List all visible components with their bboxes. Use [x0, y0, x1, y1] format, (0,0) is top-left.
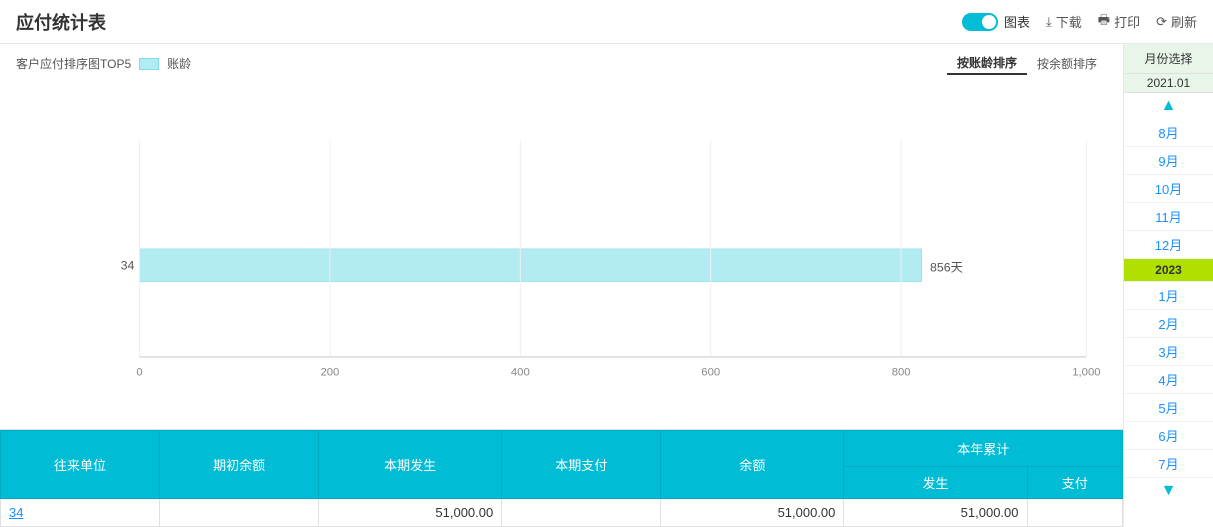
col-opening-balance: 期初余额 [160, 431, 319, 499]
col-current-occurrence: 本期发生 [319, 431, 502, 499]
print-label: 打印 [1114, 12, 1140, 31]
chart-toggle-wrap: 图表 [962, 12, 1030, 31]
month-3[interactable]: 3月 [1124, 338, 1213, 366]
table-row: 34 51,000.00 51,000.00 51,000.00 [1, 499, 1123, 527]
month-4[interactable]: 4月 [1124, 366, 1213, 394]
col-current-payment: 本期支付 [502, 431, 661, 499]
legend-label: 客户应付排序图TOP5 [16, 55, 131, 72]
month-11[interactable]: 11月 [1124, 203, 1213, 231]
sidebar-header: 月份选择 [1124, 44, 1213, 74]
month-1[interactable]: 1月 [1124, 282, 1213, 310]
legend-box [139, 58, 159, 70]
month-2[interactable]: 2月 [1124, 310, 1213, 338]
bar-chart: 34 856天 0 200 400 600 800 1,000 [16, 87, 1107, 421]
cell-vendor: 34 [1, 499, 160, 527]
table-section: 往来单位 期初余额 本期发生 本期支付 余额 本年累计 发生 支付 [0, 429, 1123, 527]
header: 应付统计表 图表 ⤓ 下载 🖶 打印 ⟳ 刷新 [0, 0, 1213, 44]
refresh-label: 刷新 [1171, 12, 1197, 31]
svg-text:1,000: 1,000 [1072, 366, 1100, 378]
cell-balance: 51,000.00 [661, 499, 844, 527]
svg-text:200: 200 [320, 366, 339, 378]
month-6[interactable]: 6月 [1124, 422, 1213, 450]
svg-text:800: 800 [892, 366, 911, 378]
month-10[interactable]: 10月 [1124, 175, 1213, 203]
cell-ytd-occurrence: 51,000.00 [844, 499, 1027, 527]
main-area: 客户应付排序图TOP5 账龄 按账龄排序 按余额排序 34 856天 [0, 44, 1213, 527]
svg-text:0: 0 [136, 366, 142, 378]
download-label: 下载 [1056, 12, 1082, 31]
print-icon: 🖶 [1098, 11, 1110, 33]
year-2023-badge[interactable]: 2023 [1124, 259, 1213, 282]
page-title: 应付统计表 [16, 9, 106, 35]
month-12[interactable]: 12月 [1124, 231, 1213, 259]
col-vendor: 往来单位 [1, 431, 160, 499]
app-container: 应付统计表 图表 ⤓ 下载 🖶 打印 ⟳ 刷新 [0, 0, 1213, 527]
refresh-icon: ⟳ [1156, 14, 1167, 30]
col-ytd-occurrence: 发生 [844, 467, 1027, 499]
table-wrap: 往来单位 期初余额 本期发生 本期支付 余额 本年累计 发生 支付 [0, 430, 1123, 527]
cell-current-occurrence: 51,000.00 [319, 499, 502, 527]
col-balance: 余额 [661, 431, 844, 499]
data-table: 往来单位 期初余额 本期发生 本期支付 余额 本年累计 发生 支付 [0, 430, 1123, 527]
svg-text:34: 34 [121, 258, 135, 272]
month-5[interactable]: 5月 [1124, 394, 1213, 422]
month-9[interactable]: 9月 [1124, 147, 1213, 175]
chart-section: 客户应付排序图TOP5 账龄 按账龄排序 按余额排序 34 856天 [0, 44, 1123, 527]
sidebar-year-value: 2021.01 [1124, 74, 1213, 93]
svg-text:856天: 856天 [930, 260, 963, 274]
month-7[interactable]: 7月 [1124, 450, 1213, 478]
sidebar: 月份选择 2021.01 ▲ 8月 9月 10月 11月 12月 2023 1月… [1123, 44, 1213, 527]
nav-down-arrow[interactable]: ▼ [1124, 478, 1213, 504]
download-icon: ⤓ [1046, 14, 1052, 30]
cell-current-payment [502, 499, 661, 527]
cell-ytd-payment [1027, 499, 1122, 527]
sidebar-nav: ▲ 8月 9月 10月 11月 12月 2023 1月 2月 3月 4月 5月 … [1124, 93, 1213, 527]
header-actions: 图表 ⤓ 下载 🖶 打印 ⟳ 刷新 [962, 11, 1197, 33]
print-button[interactable]: 🖶 打印 [1098, 11, 1140, 33]
chart-sort-buttons: 按账龄排序 按余额排序 [947, 52, 1107, 75]
svg-text:600: 600 [701, 366, 720, 378]
vendor-link[interactable]: 34 [9, 505, 23, 520]
chart-toggle-label: 图表 [1004, 12, 1030, 31]
chart-legend: 客户应付排序图TOP5 账龄 [16, 55, 191, 72]
refresh-button[interactable]: ⟳ 刷新 [1156, 12, 1197, 31]
cell-opening-balance [160, 499, 319, 527]
col-ytd-payment: 支付 [1027, 467, 1122, 499]
sort-by-balance-button[interactable]: 按余额排序 [1027, 52, 1107, 75]
sort-by-amount-button[interactable]: 按账龄排序 [947, 52, 1027, 75]
col-ytd-label: 本年累计 [844, 431, 1123, 467]
toggle-knob [982, 15, 996, 29]
download-button[interactable]: ⤓ 下载 [1046, 12, 1082, 31]
svg-text:400: 400 [511, 366, 530, 378]
nav-up-arrow[interactable]: ▲ [1124, 93, 1213, 119]
month-8[interactable]: 8月 [1124, 119, 1213, 147]
chart-header: 客户应付排序图TOP5 账龄 按账龄排序 按余额排序 [0, 44, 1123, 79]
legend-box-label: 账龄 [167, 55, 191, 72]
chart-area: 34 856天 0 200 400 600 800 1,000 [0, 79, 1123, 429]
chart-toggle[interactable] [962, 13, 998, 31]
